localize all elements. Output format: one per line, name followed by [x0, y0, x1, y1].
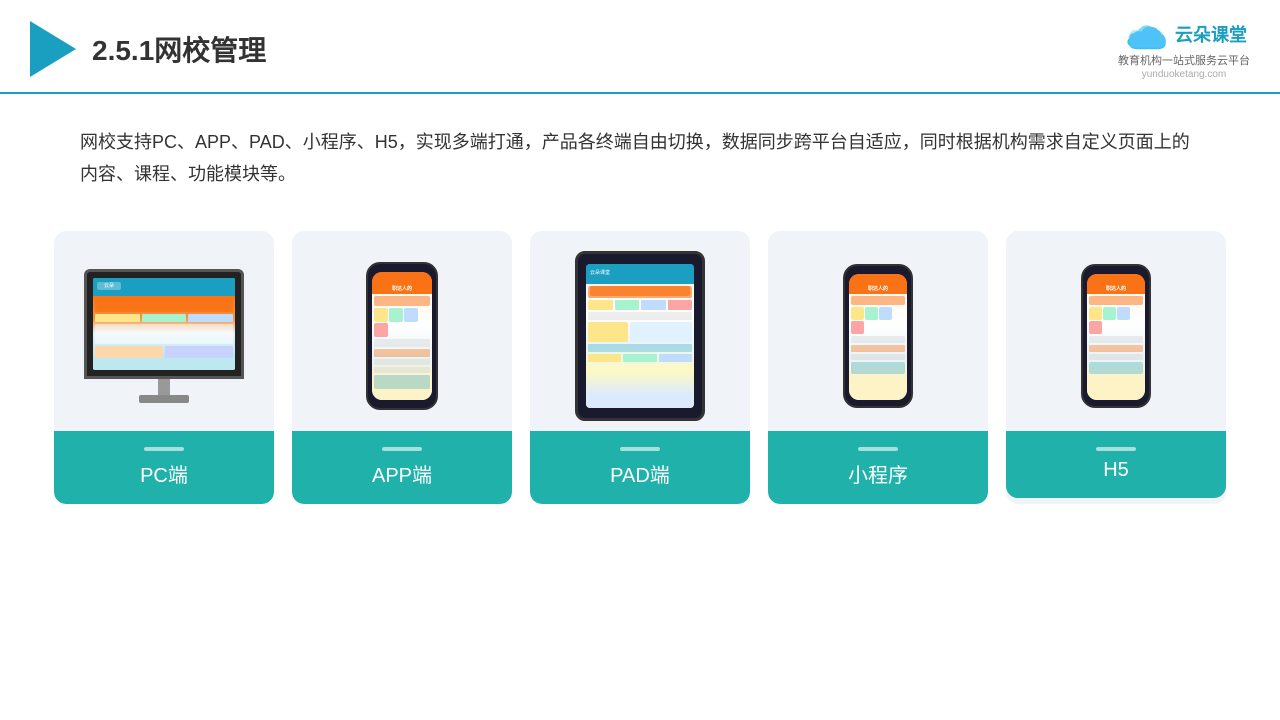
tablet-icon: 云朵课堂 — [575, 251, 705, 421]
cloud-logo: 云朵课堂 — [1121, 18, 1247, 50]
card-app-image: 职达人的 — [292, 231, 512, 431]
card-h5-image: 职达人的 — [1006, 231, 1226, 431]
card-app-label: APP端 — [292, 431, 512, 504]
header: 2.5.1网校管理 云朵课堂 教育机构一站式服务云平台yunduoketang.… — [0, 0, 1280, 94]
card-h5-label: H5 — [1006, 431, 1226, 498]
pc-monitor-icon: 云朵 — [84, 269, 244, 403]
card-label-bar-mini — [858, 447, 898, 451]
card-miniprogram-image: 职达人的 — [768, 231, 988, 431]
card-label-bar-app — [382, 447, 422, 451]
description-text: 网校支持PC、APP、PAD、小程序、H5，实现多端打通，产品各终端自由切换，数… — [0, 94, 1280, 211]
app-phone-icon: 职达人的 — [366, 262, 438, 410]
card-label-bar-h5 — [1096, 447, 1136, 451]
card-pc-image: 云朵 — [54, 231, 274, 431]
brand-name: 云朵课堂 — [1175, 21, 1247, 47]
phone-mini-screen: 职达人的 — [849, 274, 907, 400]
phone-notch — [390, 264, 414, 272]
h5-phone-notch — [1105, 266, 1127, 273]
card-pc: 云朵 — [54, 231, 274, 504]
card-label-bar — [144, 447, 184, 451]
miniprogram-phone-icon: 职达人的 — [843, 264, 913, 408]
card-h5: 职达人的 — [1006, 231, 1226, 504]
brand-url: yunduoketang.com — [1142, 69, 1227, 80]
card-label-bar-pad — [620, 447, 660, 451]
card-miniprogram: 职达人的 — [768, 231, 988, 504]
card-pad-label: PAD端 — [530, 431, 750, 504]
phone-screen: 职达人的 — [372, 272, 432, 400]
logo-triangle-icon — [30, 21, 76, 77]
header-left: 2.5.1网校管理 — [30, 21, 266, 77]
h5-phone-screen: 职达人的 — [1087, 274, 1145, 400]
card-app: 职达人的 — [292, 231, 512, 504]
card-pad: 云朵课堂 — [530, 231, 750, 504]
card-pc-label: PC端 — [54, 431, 274, 504]
description-paragraph: 网校支持PC、APP、PAD、小程序、H5，实现多端打通，产品各终端自由切换，数… — [80, 126, 1200, 191]
cloud-icon — [1121, 18, 1169, 50]
page-title: 2.5.1网校管理 — [92, 29, 266, 69]
brand-subtitle: 教育机构一站式服务云平台yunduoketang.com — [1118, 52, 1250, 80]
header-right: 云朵课堂 教育机构一站式服务云平台yunduoketang.com — [1118, 18, 1250, 80]
phone-mini-notch — [867, 266, 889, 273]
h5-phone-icon: 职达人的 — [1081, 264, 1151, 408]
card-miniprogram-label: 小程序 — [768, 431, 988, 504]
card-pad-image: 云朵课堂 — [530, 231, 750, 431]
cards-container: 云朵 — [0, 211, 1280, 504]
tablet-screen: 云朵课堂 — [586, 264, 694, 408]
